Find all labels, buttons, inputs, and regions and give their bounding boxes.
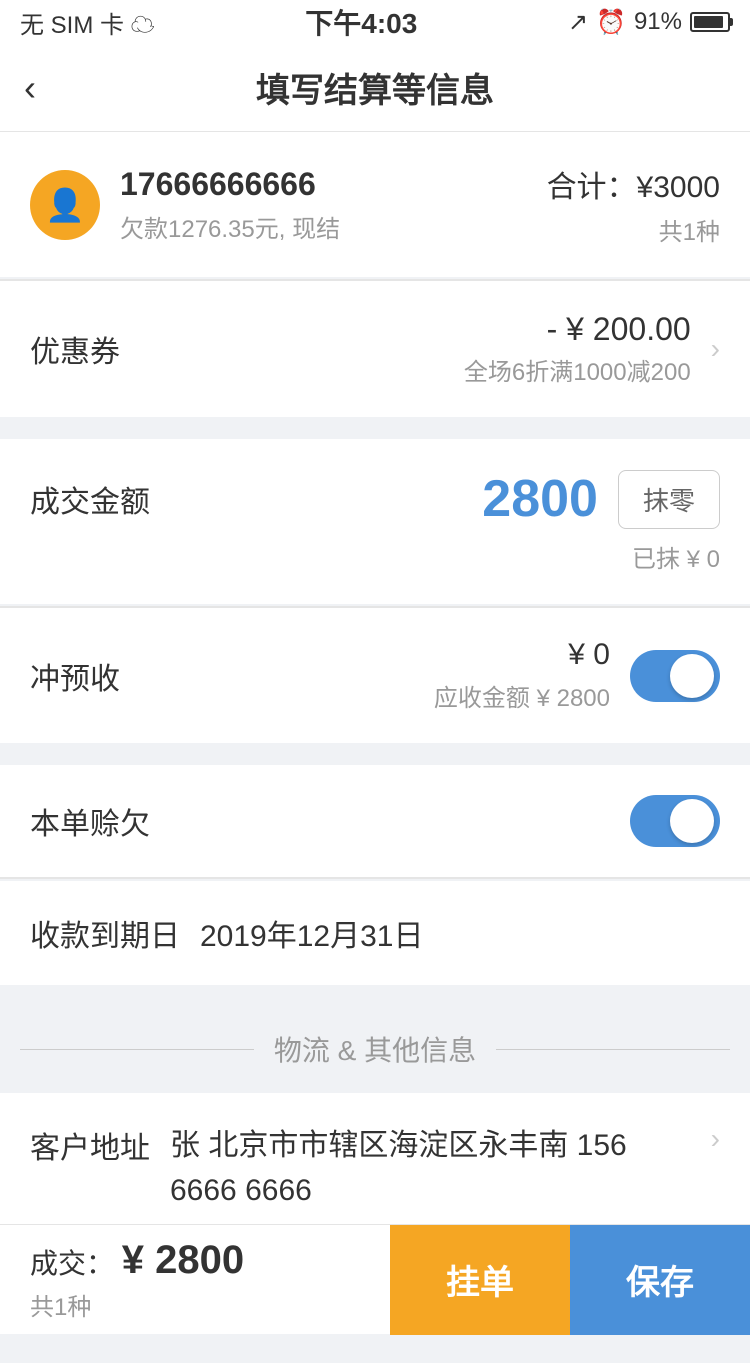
logistics-title: 物流 & 其他信息 [274, 1029, 476, 1069]
logistics-line-left [20, 1049, 254, 1050]
content: 👤 17666666666 欠款1276.35元, 现结 合计：¥3000 共1… [0, 132, 750, 1363]
address-chevron-icon: › [711, 1123, 720, 1155]
battery-tip [730, 18, 733, 26]
bottom-amount: ¥ 2800 [122, 1238, 244, 1282]
amount-section: 成交金额 2800 抹零 已抹 ¥ 0 [0, 439, 750, 604]
logistics-line-right [496, 1049, 730, 1050]
avatar: 👤 [30, 170, 100, 240]
bottom-deal-label: 成交： [30, 1248, 114, 1279]
status-bar: 无 SIM 卡 ☁ 下午4:03 ↗ ⏰ 91% [0, 0, 750, 44]
bottom-bar: 成交： ¥ 2800 共1种 挂单 保存 [0, 1224, 750, 1334]
logistics-section: 物流 & 其他信息 [0, 1005, 750, 1093]
alarm-icon: ⏰ [596, 8, 626, 37]
customer-phone: 17666666666 [120, 166, 340, 203]
toggle-thumb [670, 654, 714, 698]
coupon-right: - ¥ 200.00 全场6折满1000减200 › [464, 311, 720, 387]
address-value: 张 北京市市辖区海淀区永丰南 156 6666 6666 [170, 1123, 701, 1213]
duedate-label: 收款到期日 [30, 911, 180, 955]
address-row[interactable]: 客户地址 张 北京市市辖区海淀区永丰南 156 6666 6666 › [0, 1093, 750, 1243]
divider-3 [0, 877, 750, 879]
prepay-amount: ¥ 0 [434, 638, 610, 672]
battery-icon [690, 12, 730, 32]
coupon-desc: 全场6折满1000减200 [464, 352, 691, 387]
page-title: 填写结算等信息 [256, 63, 494, 112]
customer-right: 合计：¥3000 共1种 [547, 162, 720, 247]
address-label: 客户地址 [30, 1123, 150, 1167]
round-button[interactable]: 抹零 [618, 470, 720, 529]
total-amount: 合计：¥3000 [547, 162, 720, 206]
deal-amount-value: 2800 [482, 469, 598, 529]
bottom-deal-row: 成交： ¥ 2800 [30, 1238, 360, 1283]
duedate-row: 收款到期日 2019年12月31日 [0, 881, 750, 985]
coupon-right-wrap: - ¥ 200.00 全场6折满1000减200 [464, 311, 691, 387]
back-button[interactable]: ‹ [24, 67, 36, 109]
debit-row: 本单赊欠 [0, 765, 750, 877]
debit-toggle[interactable] [630, 795, 720, 847]
prepay-right: ¥ 0 应收金额 ¥ 2800 [434, 638, 720, 713]
debit-toggle-thumb [670, 799, 714, 843]
status-left: 无 SIM 卡 ☁ [20, 5, 155, 40]
hang-button[interactable]: 挂单 [390, 1225, 570, 1335]
total-count: 共1种 [547, 212, 720, 247]
section-gap-2 [0, 745, 750, 765]
status-time: 下午4:03 [305, 2, 417, 42]
logistics-header: 物流 & 其他信息 [0, 1005, 750, 1093]
prepay-subtext: 应收金额 ¥ 2800 [434, 678, 610, 713]
customer-left: 👤 17666666666 欠款1276.35元, 现结 [30, 166, 340, 244]
bottom-summary: 成交： ¥ 2800 共1种 [0, 1238, 390, 1322]
prepay-toggle[interactable] [630, 650, 720, 702]
bottom-count: 共1种 [30, 1287, 360, 1322]
battery-fill [694, 16, 723, 28]
deal-subtext: 已抹 ¥ 0 [30, 539, 720, 574]
amount-row: 成交金额 2800 抹零 [30, 469, 720, 529]
address-chevron: › [701, 1123, 720, 1155]
amount-right: 2800 抹零 [482, 469, 720, 529]
customer-subtext: 欠款1276.35元, 现结 [120, 209, 340, 244]
customer-info: 17666666666 欠款1276.35元, 现结 [120, 166, 340, 244]
section-gap-1 [0, 419, 750, 439]
amount-label: 成交金额 [30, 477, 150, 521]
no-sim-label: 无 SIM 卡 ☁ [20, 5, 155, 40]
battery-percent: 91% [634, 8, 682, 36]
debit-label: 本单赊欠 [30, 799, 150, 843]
back-icon: ‹ [24, 67, 36, 109]
prepay-row: 冲预收 ¥ 0 应收金额 ¥ 2800 [0, 608, 750, 743]
save-button[interactable]: 保存 [570, 1225, 750, 1335]
prepay-label: 冲预收 [30, 654, 120, 698]
nav-bar: ‹ 填写结算等信息 [0, 44, 750, 132]
duedate-value: 2019年12月31日 [200, 911, 423, 955]
coupon-amount: - ¥ 200.00 [464, 311, 691, 348]
prepay-amount-wrap: ¥ 0 应收金额 ¥ 2800 [434, 638, 610, 713]
status-right: ↗ ⏰ 91% [568, 8, 730, 37]
customer-card: 👤 17666666666 欠款1276.35元, 现结 合计：¥3000 共1… [0, 132, 750, 277]
location-icon: ↗ [568, 8, 588, 37]
avatar-icon: 👤 [45, 186, 85, 224]
coupon-row[interactable]: 优惠券 - ¥ 200.00 全场6折满1000减200 › [0, 281, 750, 417]
coupon-label: 优惠券 [30, 327, 120, 371]
chevron-right-icon: › [711, 333, 720, 365]
